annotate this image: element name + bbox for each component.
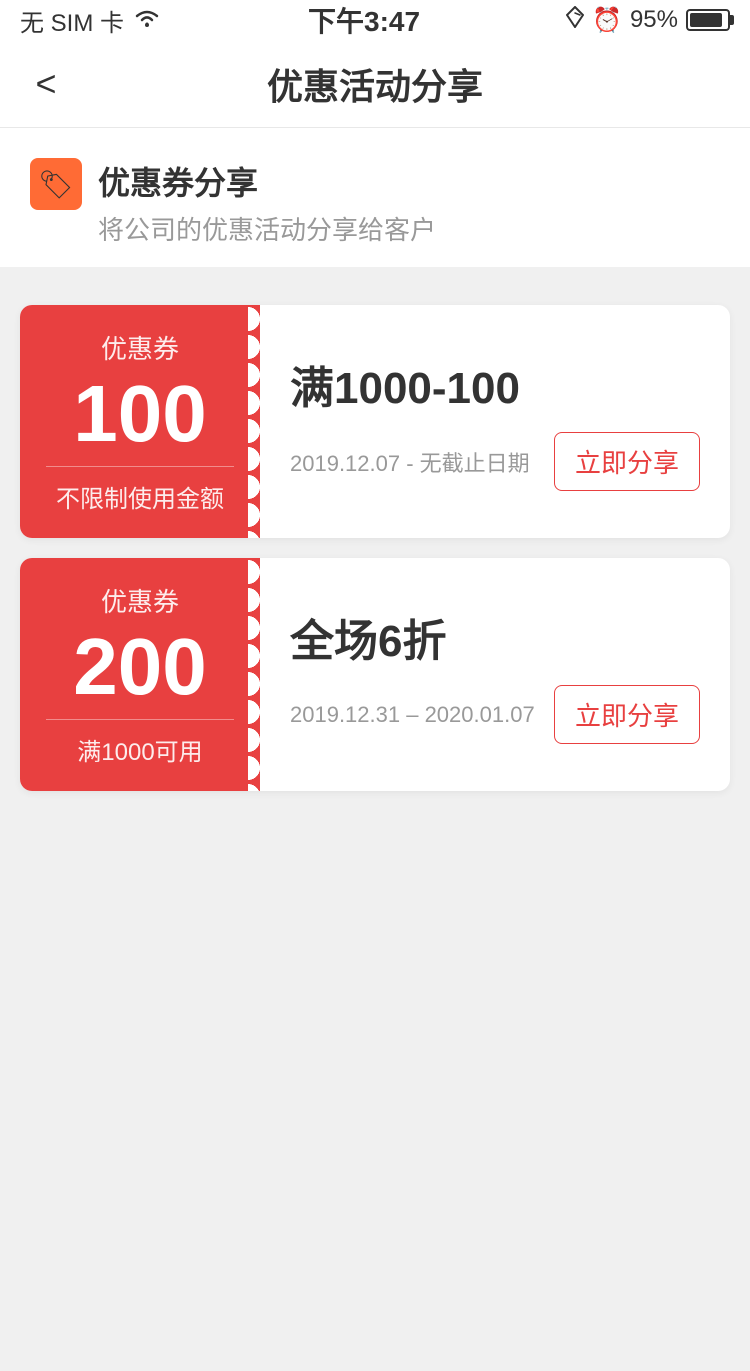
divider: [0, 269, 750, 285]
section-text: 优惠券分享 将公司的优惠活动分享给客户: [98, 158, 436, 247]
coupon-label-1: 优惠券: [101, 582, 179, 619]
coupon-right-0: 满1000-100 2019.12.07 - 无截止日期 立即分享: [260, 305, 730, 538]
coupon-date-1: 2019.12.31 – 2020.01.07: [290, 702, 535, 728]
coupon-name-1: 全场6折: [290, 605, 700, 669]
page-title: 优惠活动分享: [267, 58, 483, 110]
coupon-date-0: 2019.12.07 - 无截止日期: [290, 446, 530, 478]
coupon-share-icon: 🏷: [38, 168, 74, 201]
wifi-icon: [132, 6, 162, 35]
coupon-amount-1: 200: [73, 627, 206, 707]
coupon-card: 优惠券 200 满1000可用 全场6折 2019.12.31 – 2020.0…: [20, 558, 730, 791]
coupon-divider-1: [46, 719, 233, 720]
section-header: 🏷 优惠券分享 将公司的优惠活动分享给客户: [0, 128, 750, 267]
coupon-amount-0: 100: [73, 374, 206, 454]
bottom-space: [0, 811, 750, 1371]
section-icon: 🏷: [30, 158, 82, 210]
back-icon: <: [35, 63, 56, 105]
carrier-text: 无 SIM 卡: [20, 3, 124, 38]
coupon-right-1: 全场6折 2019.12.31 – 2020.01.07 立即分享: [260, 558, 730, 791]
status-time: 下午3:47: [308, 0, 420, 40]
battery-text: 95%: [630, 6, 678, 34]
share-button-0[interactable]: 立即分享: [554, 432, 700, 491]
coupon-card: 优惠券 100 不限制使用金额 满1000-100 2019.12.07 - 无…: [20, 305, 730, 538]
coupon-label-0: 优惠券: [101, 329, 179, 366]
coupon-condition-0: 不限制使用金额: [56, 479, 224, 514]
status-bar: 无 SIM 卡 下午3:47 ⏰ 95%: [0, 0, 750, 40]
alarm-icon: ⏰: [592, 6, 622, 35]
coupon-left-0: 优惠券 100 不限制使用金额: [20, 305, 260, 538]
coupon-left-1: 优惠券 200 满1000可用: [20, 558, 260, 791]
status-left: 无 SIM 卡: [20, 3, 162, 38]
section-subtitle: 将公司的优惠活动分享给客户: [98, 210, 436, 247]
location-icon: [566, 6, 584, 35]
nav-bar: < 优惠活动分享: [0, 40, 750, 128]
share-button-1[interactable]: 立即分享: [554, 685, 700, 744]
status-right: ⏰ 95%: [566, 6, 730, 35]
coupon-list: 优惠券 100 不限制使用金额 满1000-100 2019.12.07 - 无…: [0, 285, 750, 811]
coupon-date-row-0: 2019.12.07 - 无截止日期 立即分享: [290, 432, 700, 491]
coupon-date-row-1: 2019.12.31 – 2020.01.07 立即分享: [290, 685, 700, 744]
coupon-condition-1: 满1000可用: [77, 732, 202, 767]
battery-icon: [686, 9, 730, 31]
coupon-divider-0: [46, 466, 233, 467]
coupon-name-0: 满1000-100: [290, 352, 700, 416]
section-title: 优惠券分享: [98, 158, 436, 204]
back-button[interactable]: <: [24, 62, 68, 106]
